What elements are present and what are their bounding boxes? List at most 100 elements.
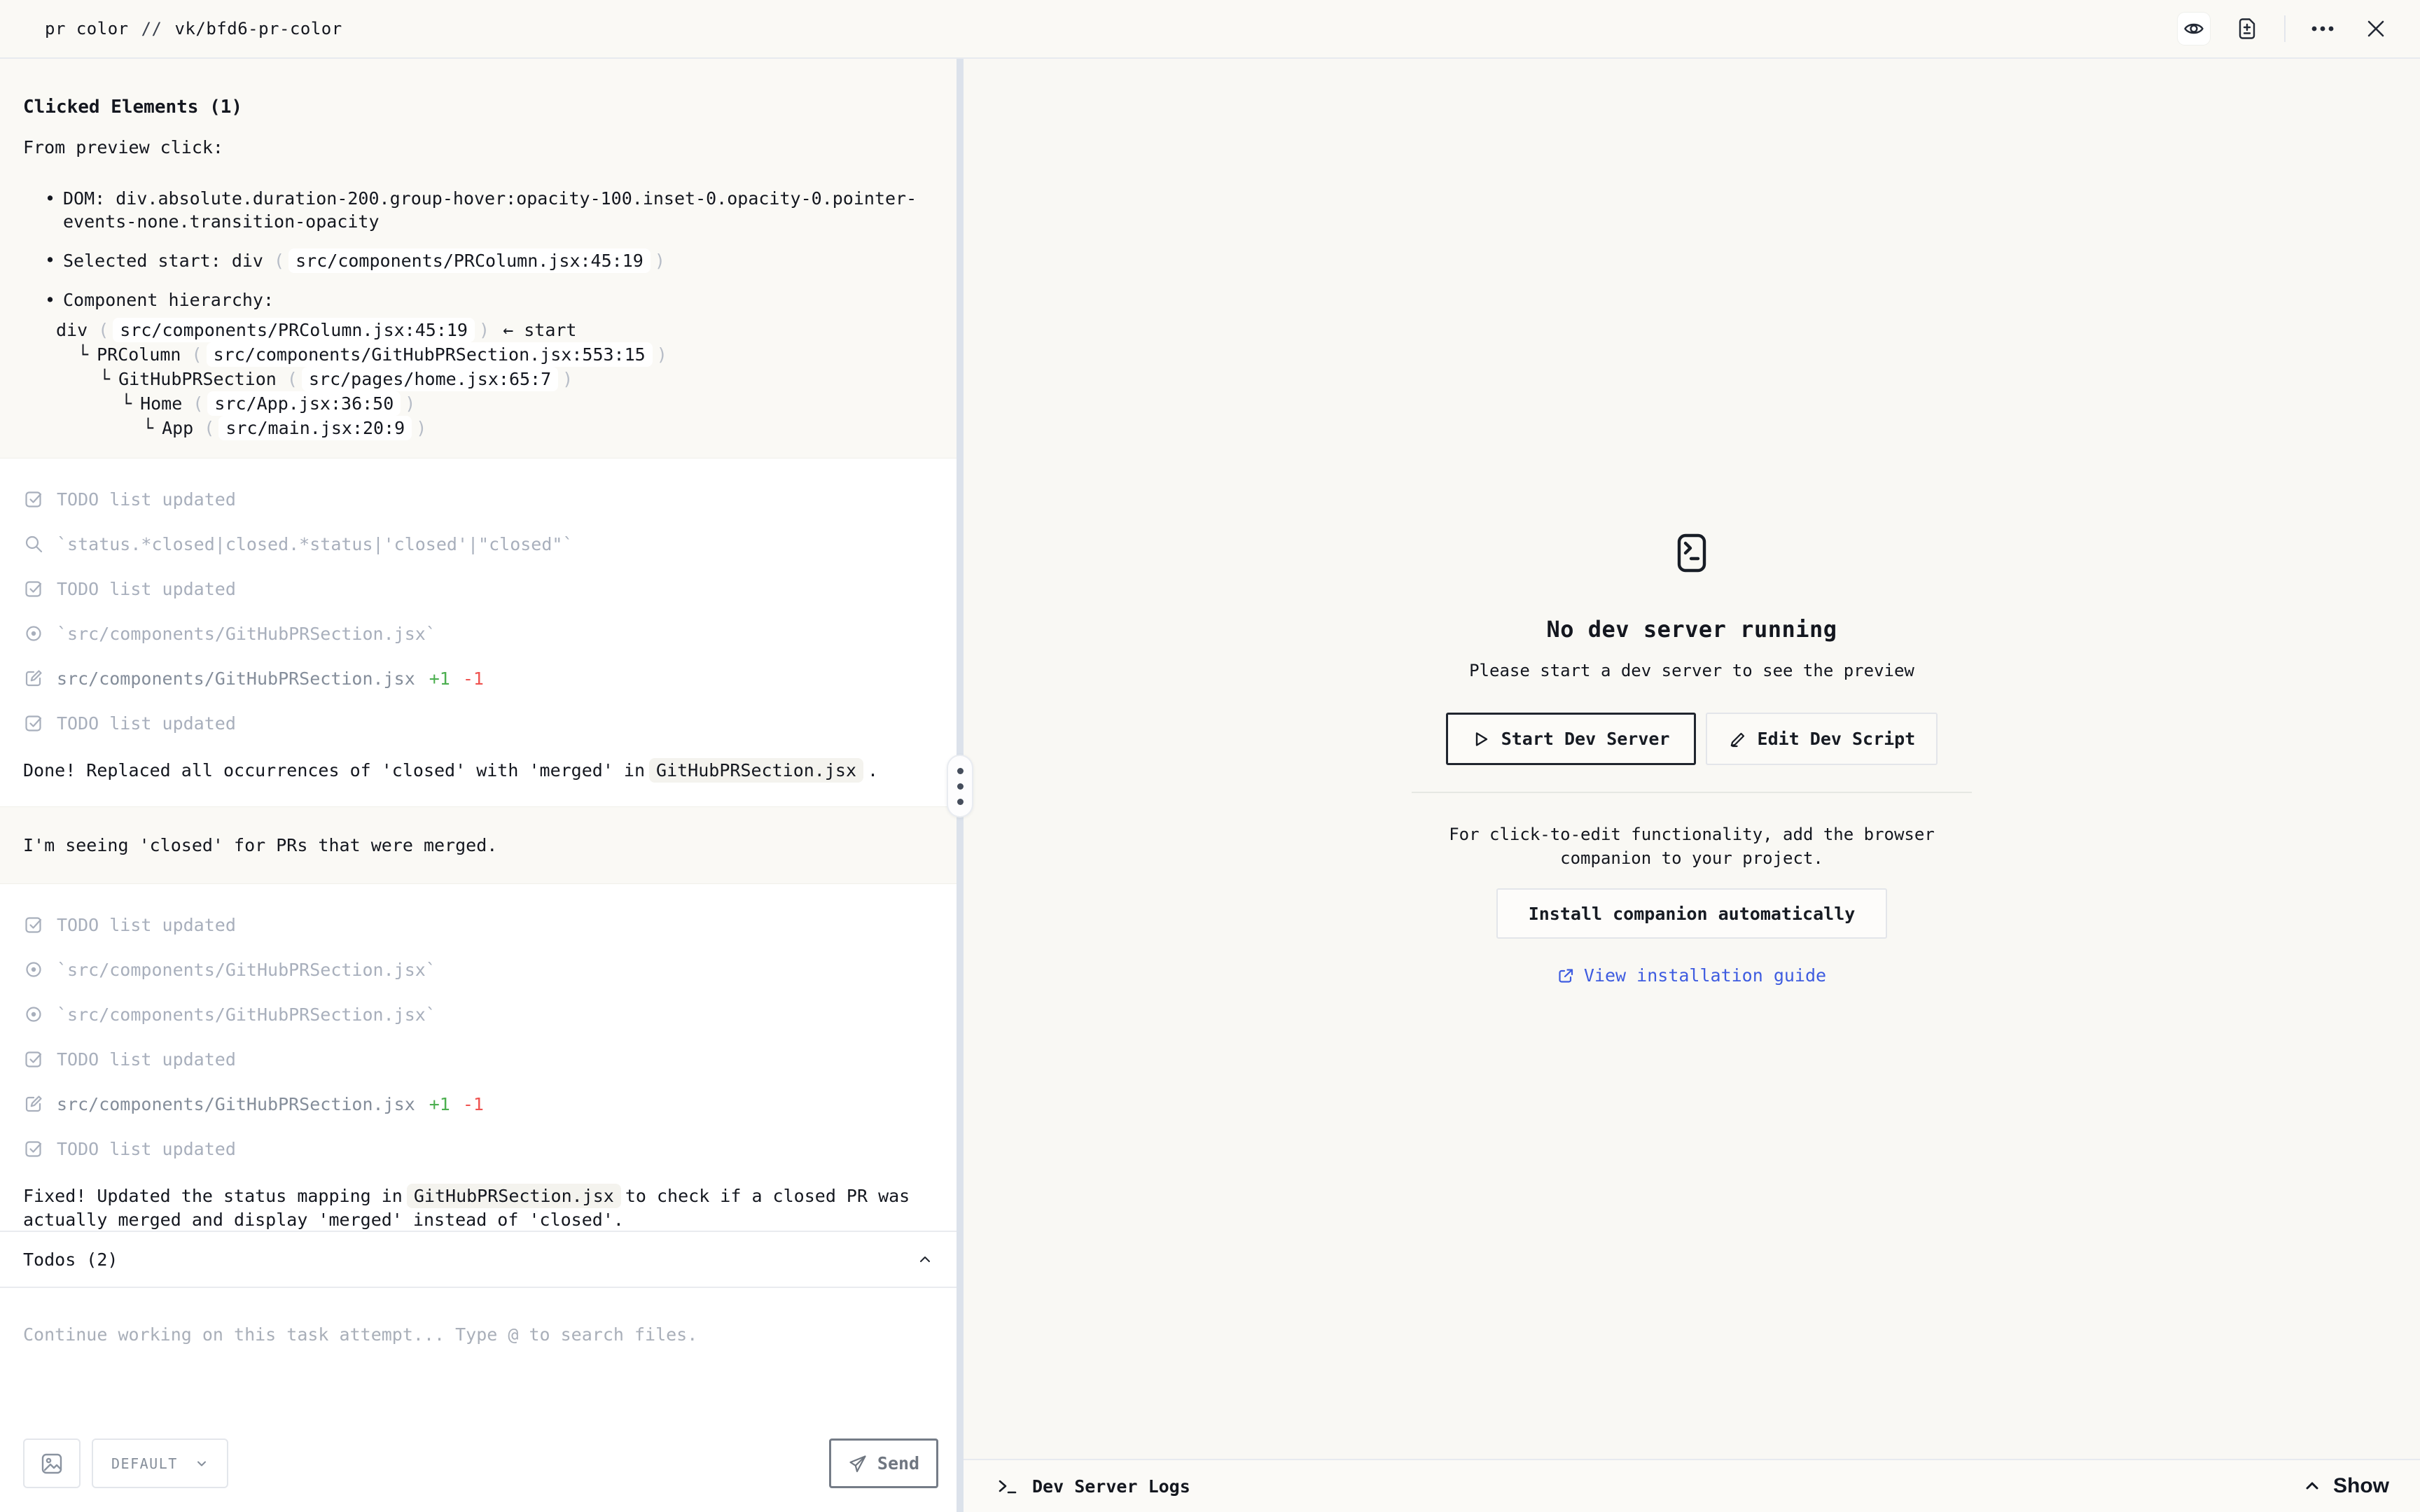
composer-controls: DEFAULT Send — [23, 1438, 938, 1488]
terminal-prompt-icon — [999, 1480, 1017, 1494]
tool-call-row-read-file[interactable]: `src/components/GitHubPRSection.jsx` — [23, 947, 936, 992]
tool-call-row-edit-file[interactable]: src/components/GitHubPRSection.jsx +1 -1 — [23, 656, 936, 701]
diff-added-count: +1 — [429, 668, 450, 689]
diff-view-button[interactable] — [2231, 13, 2263, 45]
file-reference-chip: GitHubPRSection.jsx — [406, 1184, 621, 1208]
title-bar-actions — [2178, 13, 2392, 45]
file-reference-chip: src/pages/home.jsx:65:7 — [301, 367, 559, 391]
selected-start-bullet: Selected start: div (src/components/PRCo… — [23, 248, 936, 273]
hierarchy-row: div (src/components/PRColumn.jsx:45:19) … — [56, 318, 936, 342]
profile-selected-value: DEFAULT — [111, 1455, 178, 1472]
show-logs-toggle[interactable]: Show — [2302, 1474, 2389, 1498]
assistant-fixed-message: Fixed! Updated the status mapping in GitH… — [23, 1184, 936, 1231]
tool-call-row-todo[interactable]: TODO list updated — [23, 477, 936, 522]
check-square-icon — [25, 1051, 42, 1068]
toolbar-divider — [2284, 15, 2286, 42]
profile-selector[interactable]: DEFAULT — [92, 1438, 228, 1488]
task-title: pr color // vk/bfd6-pr-color — [45, 19, 342, 38]
dev-server-actions: Start Dev Server Edit Dev Script — [1445, 713, 1938, 765]
check-square-icon — [25, 581, 42, 597]
dom-bullet: DOM: div.absolute.duration-200.group-hov… — [23, 187, 936, 233]
section-divider — [1412, 792, 1972, 793]
file-reference-chip: src/components/PRColumn.jsx:45:19 — [113, 318, 475, 342]
hierarchy-row: └ Home (src/App.jsx:36:50) — [121, 391, 936, 416]
install-companion-button[interactable]: Install companion automatically — [1496, 888, 1888, 939]
pencil-icon — [1730, 732, 1744, 747]
clicked-elements-heading: Clicked Elements (1) — [23, 97, 243, 118]
preview-empty-subtitle: Please start a dev server to see the pre… — [1469, 661, 1914, 680]
tool-call-row-edit-file[interactable]: src/components/GitHubPRSection.jsx +1 -1 — [23, 1082, 936, 1126]
more-options-button[interactable] — [2307, 13, 2339, 45]
search-icon — [25, 536, 43, 553]
check-square-icon — [25, 1141, 42, 1157]
chevron-up-icon — [2306, 1482, 2318, 1490]
check-square-icon — [25, 917, 42, 933]
tool-call-row-todo[interactable]: TODO list updated — [23, 1126, 936, 1171]
tool-call-row-todo[interactable]: TODO list updated — [23, 701, 936, 746]
clicked-elements-intro: From preview click: — [23, 137, 223, 158]
eye-read-icon — [26, 626, 41, 641]
message-input[interactable] — [0, 1288, 957, 1407]
file-reference-chip: src/App.jsx:36:50 — [207, 391, 401, 416]
chevron-up-icon — [920, 1256, 930, 1262]
close-icon — [2367, 20, 2384, 37]
hierarchy-row: └ GitHubPRSection (src/pages/home.jsx:65:… — [99, 367, 936, 391]
assistant-tool-block: TODO list updated `status.*closed|closed… — [0, 458, 957, 806]
diff-removed-count: -1 — [462, 1093, 484, 1114]
hierarchy-row: └ PRColumn (src/components/GitHubPRSectio… — [78, 342, 936, 367]
send-button[interactable]: Send — [829, 1438, 938, 1488]
title-separator: // — [141, 19, 162, 38]
tool-call-row-todo[interactable]: TODO list updated — [23, 566, 936, 611]
edit-file-icon — [25, 1096, 42, 1112]
user-message-clicked-elements: Clicked Elements (1) From preview click:… — [0, 59, 957, 487]
user-message-feedback: I'm seeing 'closed' for PRs that were me… — [0, 806, 957, 884]
file-reference-chip: src/components/PRColumn.jsx:45:19 — [288, 248, 651, 273]
component-hierarchy-bullet: Component hierarchy: div (src/components… — [23, 288, 936, 440]
branch-name: vk/bfd6-pr-color — [174, 19, 342, 38]
file-reference-chip: src/components/GitHubPRSection.jsx:553:1… — [206, 342, 653, 367]
preview-empty-title: No dev server running — [1546, 616, 1837, 643]
check-square-icon — [25, 715, 42, 732]
terminal-icon — [1677, 533, 1706, 573]
edit-dev-script-button[interactable]: Edit Dev Script — [1705, 713, 1938, 765]
tool-call-row-todo[interactable]: TODO list updated — [23, 902, 936, 947]
preview-toggle-button[interactable] — [2178, 13, 2210, 45]
composer: DEFAULT Send — [0, 1288, 957, 1512]
panel-resize-handle[interactable] — [947, 755, 973, 818]
file-reference-chip: GitHubPRSection.jsx — [649, 758, 864, 783]
companion-hint-text: For click-to-edit functionality, add the… — [1449, 825, 1935, 868]
tool-call-row-read-file[interactable]: `src/components/GitHubPRSection.jsx` — [23, 611, 936, 656]
file-reference-chip: src/main.jsx:20:9 — [218, 416, 412, 440]
diff-added-count: +1 — [429, 1093, 450, 1114]
preview-panel: No dev server running Please start a dev… — [964, 59, 2420, 1459]
tool-call-row-search[interactable]: `status.*closed|closed.*status|'closed'|… — [23, 522, 936, 566]
tool-call-row-todo[interactable]: TODO list updated — [23, 1037, 936, 1082]
diff-removed-count: -1 — [462, 668, 484, 689]
eye-read-icon — [26, 962, 41, 977]
component-hierarchy-tree: div (src/components/PRColumn.jsx:45:19) … — [56, 318, 936, 440]
todos-section-header[interactable]: Todos (2) — [0, 1231, 957, 1288]
edit-file-icon — [25, 670, 42, 687]
tool-call-row-read-file[interactable]: `src/components/GitHubPRSection.jsx` — [23, 992, 936, 1037]
ellipsis-icon — [2311, 26, 2334, 31]
view-installation-guide-link[interactable]: View installation guide — [1557, 965, 1826, 986]
image-icon — [41, 1453, 62, 1474]
send-icon — [849, 1455, 866, 1472]
task-name: pr color — [45, 19, 129, 38]
title-bar: pr color // vk/bfd6-pr-color — [0, 0, 2420, 59]
start-dev-server-button[interactable]: Start Dev Server — [1445, 713, 1696, 765]
file-diff-icon — [2239, 18, 2255, 39]
logs-bar-label: Dev Server Logs — [1032, 1476, 1190, 1497]
hierarchy-row: └ App (src/main.jsx:20:9) — [143, 416, 936, 440]
conversation-panel: Clicked Elements (1) From preview click:… — [0, 59, 957, 1512]
eye-icon — [2184, 23, 2204, 34]
close-button[interactable] — [2360, 13, 2392, 45]
play-icon — [1475, 732, 1487, 746]
no-dev-server-state: No dev server running Please start a dev… — [964, 533, 2420, 986]
assistant-done-message: Done! Replaced all occurrences of 'close… — [23, 758, 936, 783]
attach-image-button[interactable] — [23, 1438, 81, 1488]
app-window: pr color // vk/bfd6-pr-color Clicked Ele… — [0, 0, 2420, 1512]
assistant-tool-block: TODO list updated `src/components/GitHub… — [0, 884, 957, 1231]
dev-server-logs-bar: Dev Server Logs Show — [964, 1459, 2420, 1512]
check-square-icon — [25, 491, 42, 507]
